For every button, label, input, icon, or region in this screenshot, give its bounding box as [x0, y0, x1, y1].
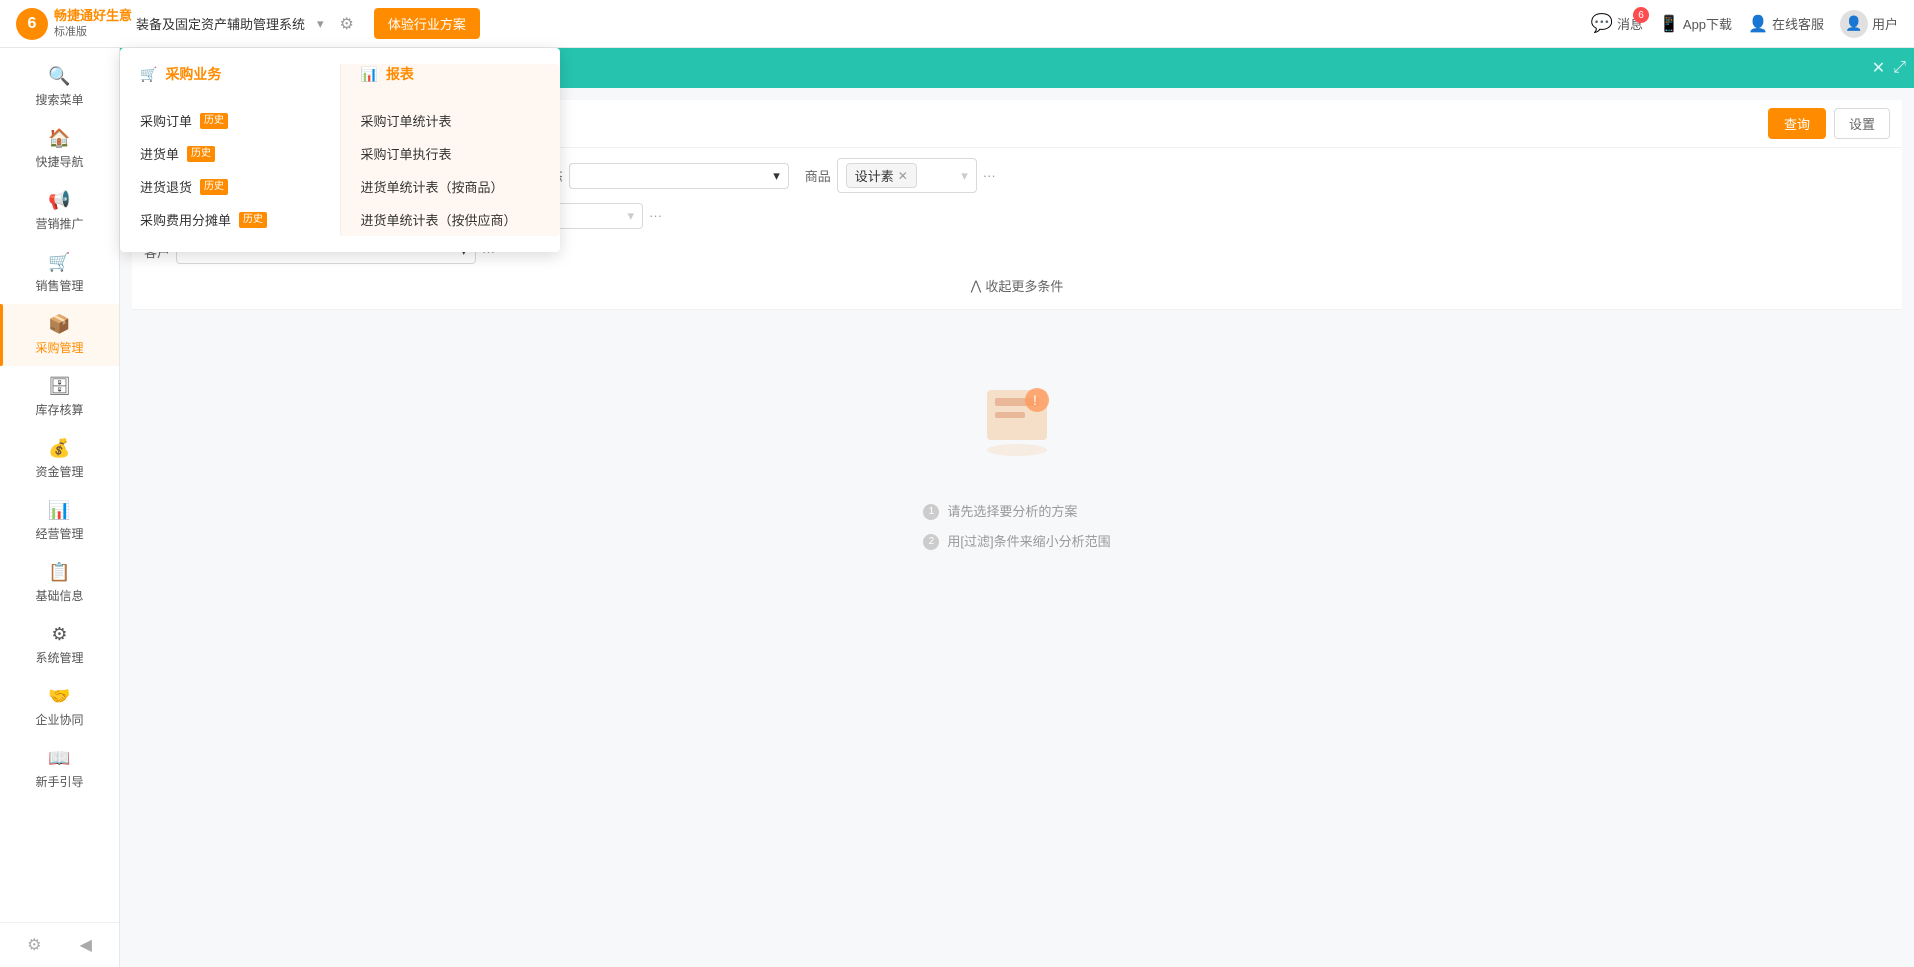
dropdown-item-cost-split[interactable]: 采购费用分摊单 历史	[140, 203, 320, 236]
sidebar-collapse-btn[interactable]: ◀	[80, 935, 92, 955]
empty-state: ! 1 请先选择要分析的方案 2 用[过滤]条件来缩小分析范围	[132, 310, 1902, 615]
product-tag-remove[interactable]: ✕	[898, 169, 908, 183]
product-tag: 设计素 ✕	[846, 163, 917, 188]
logo-text: 畅捷通好生意 标准版	[54, 8, 132, 39]
sidebar: 🔍 搜索菜单 🏠 快捷导航 📢 营销推广 🛒 销售管理 📦 采购管理 🗄 库存核…	[0, 48, 120, 967]
salesperson-ellipsis[interactable]: ···	[649, 208, 662, 223]
guide-icon: 📖	[48, 748, 70, 769]
industry-btn[interactable]: 体验行业方案	[374, 8, 480, 39]
topbar-system: 装备及固定资产辅助管理系统 ▾ ⚙ 体验行业方案	[136, 8, 1591, 39]
logo: 6 畅捷通好生意 标准版	[16, 8, 136, 40]
message-icon: 💬	[1591, 13, 1613, 34]
sidebar-item-purchase[interactable]: 📦 采购管理	[0, 304, 119, 366]
sidebar-item-quick-nav[interactable]: 🏠 快捷导航	[0, 118, 119, 180]
dropdown-item-purchase-order[interactable]: 采购订单 历史	[140, 104, 320, 137]
home-icon: 🏠	[48, 128, 70, 149]
history-badge-1: 历史	[187, 146, 215, 162]
dropdown-item-inbound[interactable]: 进货单 历史	[140, 137, 320, 170]
active-bar	[0, 304, 3, 366]
search-icon: 🔍	[48, 66, 70, 87]
basic-icon: 📋	[48, 562, 70, 583]
salesperson-dropdown-icon: ▾	[628, 208, 635, 224]
history-badge-0: 历史	[200, 113, 228, 129]
filter-product: 商品 设计素 ✕ ▾ ···	[805, 158, 996, 193]
history-badge-3: 历史	[239, 212, 267, 228]
sidebar-item-guide[interactable]: 📖 新手引导	[0, 738, 119, 800]
purchase-icon: 📦	[48, 314, 70, 335]
empty-icon: !	[967, 370, 1067, 479]
message-badge: 6	[1633, 7, 1649, 23]
toolbar-right: 查询 设置	[1768, 108, 1890, 139]
report-col-icon: 📊	[361, 66, 378, 83]
sidebar-item-finance[interactable]: 💰 资金管理	[0, 428, 119, 490]
settings-btn[interactable]: 设置	[1834, 108, 1890, 139]
dropdown-col1-title: 🛒 采购业务	[140, 64, 320, 92]
empty-tips: 1 请先选择要分析的方案 2 用[过滤]条件来缩小分析范围	[923, 499, 1110, 555]
tab-close-action[interactable]: ✕	[1872, 58, 1885, 78]
topbar-right: 💬 消息 6 📱 App下载 👤 在线客服 👤 用户	[1591, 10, 1898, 38]
sidebar-item-inventory[interactable]: 🗄 库存核算	[0, 366, 119, 428]
collapse-up-icon: ⋀	[971, 278, 982, 294]
sales-icon: 🛒	[48, 252, 70, 273]
history-badge-2: 历史	[200, 179, 228, 195]
product-ellipsis[interactable]: ···	[983, 168, 996, 183]
dropdown-item-purchase-order-stat[interactable]: 采购订单统计表	[361, 104, 541, 137]
system-settings-icon[interactable]: ⚙	[340, 14, 354, 34]
sidebar-item-system[interactable]: ⚙ 系统管理	[0, 614, 119, 676]
dropdown-col-purchase: 🛒 采购业务 采购订单 历史 进货单 历史 进货退货 历史 采购费用分摊单 历史	[120, 64, 340, 236]
dropdown-item-inbound-stat-product[interactable]: 进货单统计表（按商品）	[361, 170, 541, 203]
system-title: 装备及固定资产辅助管理系统	[136, 14, 305, 33]
doc-status-input[interactable]: ▾	[569, 163, 789, 189]
user-btn[interactable]: 👤 用户	[1840, 10, 1898, 38]
tabbar-actions: ✕ ⤢	[1872, 58, 1906, 78]
sidebar-item-basic[interactable]: 📋 基础信息	[0, 552, 119, 614]
product-dropdown-icon: ▾	[961, 168, 968, 184]
logo-icon: 6	[16, 8, 48, 40]
finance-icon: 💰	[48, 438, 70, 459]
empty-tip-1: 1 请先选择要分析的方案	[923, 499, 1110, 525]
collapse-btn[interactable]: ⋀ 收起更多条件	[144, 272, 1890, 299]
dropdown-col-report: 📊 报表 采购订单统计表 采购订单执行表 进货单统计表（按商品） 进货单统计表（…	[341, 64, 561, 236]
cooperation-icon: 🤝	[48, 686, 70, 707]
purchase-col-icon: 🛒	[140, 66, 157, 83]
avatar: 👤	[1840, 10, 1868, 38]
product-input[interactable]: 设计素 ✕ ▾	[837, 158, 977, 193]
dropdown-item-inbound-stat-supplier[interactable]: 进货单统计表（按供应商）	[361, 203, 541, 236]
purchase-dropdown-menu: 🛒 采购业务 采购订单 历史 进货单 历史 进货退货 历史 采购费用分摊单 历史…	[120, 48, 560, 252]
topbar: 6 畅捷通好生意 标准版 装备及固定资产辅助管理系统 ▾ ⚙ 体验行业方案 💬 …	[0, 0, 1914, 48]
sidebar-bottom: ⚙ ◀	[0, 922, 119, 967]
service-icon: 👤	[1748, 14, 1768, 34]
sidebar-item-cooperation[interactable]: 🤝 企业协同	[0, 676, 119, 738]
dropdown-item-purchase-order-exec[interactable]: 采购订单执行表	[361, 137, 541, 170]
tab-expand-action[interactable]: ⤢	[1893, 59, 1906, 77]
system-icon: ⚙	[51, 624, 67, 645]
sidebar-item-operation[interactable]: 📊 经营管理	[0, 490, 119, 552]
operation-icon: 📊	[48, 500, 70, 521]
message-btn[interactable]: 💬 消息 6	[1591, 13, 1643, 34]
query-btn[interactable]: 查询	[1768, 108, 1826, 139]
sidebar-item-search[interactable]: 🔍 搜索菜单	[0, 56, 119, 118]
svg-text:!: !	[1033, 392, 1037, 408]
online-service-btn[interactable]: 👤 在线客服	[1748, 14, 1824, 34]
inventory-icon: 🗄	[48, 376, 71, 397]
system-dropdown-icon[interactable]: ▾	[317, 16, 324, 32]
phone-icon: 📱	[1659, 14, 1679, 34]
sidebar-item-sales[interactable]: 🛒 销售管理	[0, 242, 119, 304]
empty-tip-2: 2 用[过滤]条件来缩小分析范围	[923, 529, 1110, 555]
marketing-icon: 📢	[48, 190, 70, 211]
doc-status-dropdown-icon: ▾	[773, 168, 780, 184]
dropdown-col2-title: 📊 报表	[361, 64, 541, 92]
sidebar-settings-btn[interactable]: ⚙	[27, 935, 41, 955]
app-download-btn[interactable]: 📱 App下载	[1659, 14, 1732, 34]
sidebar-item-marketing[interactable]: 📢 营销推广	[0, 180, 119, 242]
dropdown-item-return[interactable]: 进货退货 历史	[140, 170, 320, 203]
